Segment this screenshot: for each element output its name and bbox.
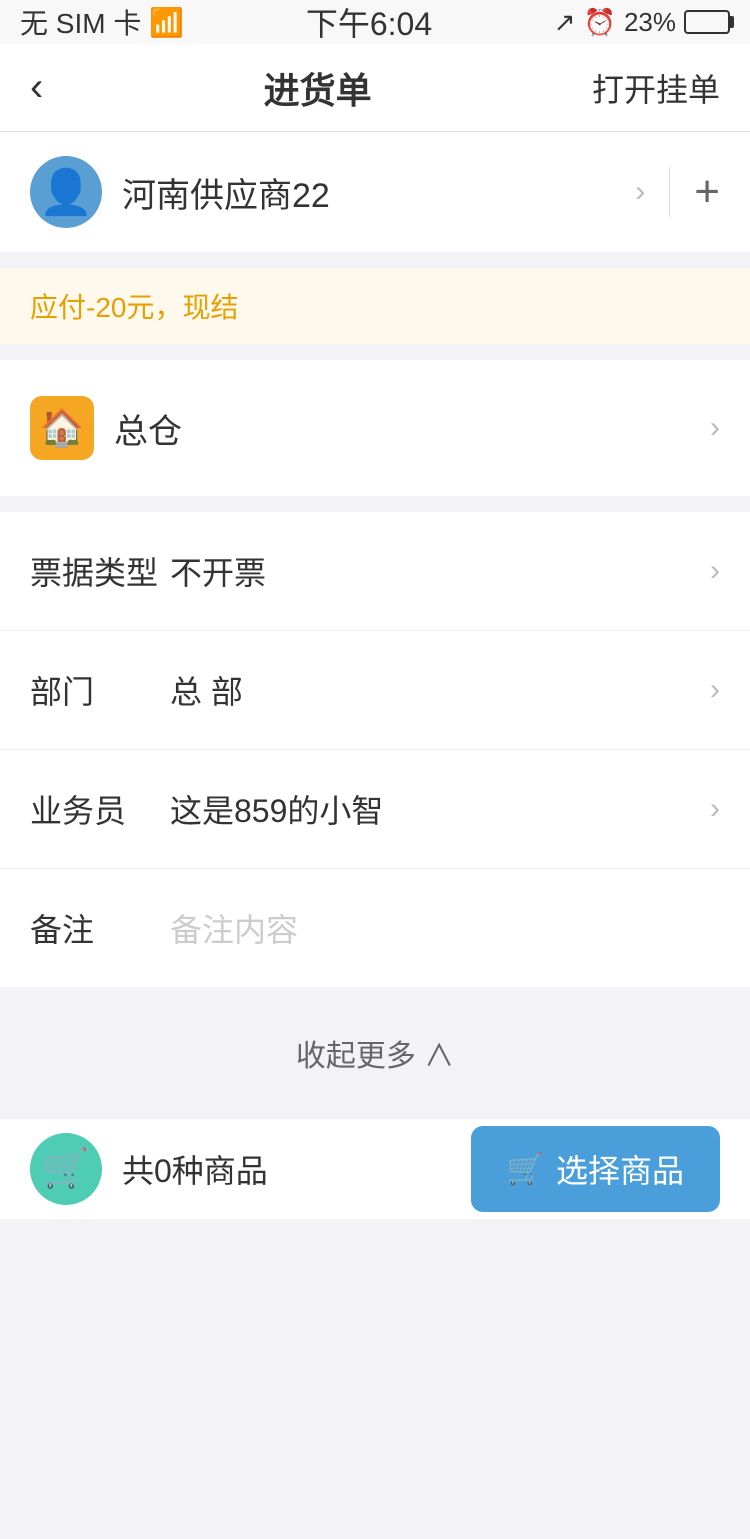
avatar-icon: 👤 [39, 166, 94, 218]
warehouse-icon: 🏠 [40, 407, 85, 449]
page-title: 进货单 [264, 62, 372, 114]
product-icon-wrap: 🛒 [30, 1133, 102, 1205]
collapse-button[interactable]: 收起更多 ∧ [0, 1003, 750, 1103]
ticket-type-label: 票据类型 [30, 548, 170, 594]
department-row[interactable]: 部门 总 部 › [0, 631, 750, 750]
department-value: 总 部 [170, 667, 710, 713]
notice-text: 应付-20元，现结 [30, 292, 238, 323]
remark-label: 备注 [30, 905, 170, 951]
remark-row[interactable]: 备注 备注内容 [0, 869, 750, 987]
chevron-right-icon: › [710, 673, 720, 707]
add-supplier-button[interactable]: + [694, 167, 720, 217]
avatar: 👤 [30, 156, 102, 228]
salesperson-value: 这是859的小智 [170, 786, 710, 832]
nav-bar: ‹ 进货单 打开挂单 [0, 44, 750, 132]
carrier-text: 无 SIM 卡 [20, 2, 141, 42]
chevron-right-icon: › [710, 792, 720, 826]
chevron-right-icon: › [710, 411, 720, 445]
supplier-name: 河南供应商22 [122, 168, 635, 217]
notice-bar: 应付-20元，现结 [0, 268, 750, 344]
warehouse-label: 总仓 [114, 404, 710, 453]
battery-icon [684, 10, 730, 34]
salesperson-row[interactable]: 业务员 这是859的小智 › [0, 750, 750, 869]
warehouse-row[interactable]: 🏠 总仓 › [0, 360, 750, 496]
product-count: 共0种商品 [122, 1146, 471, 1192]
salesperson-label: 业务员 [30, 786, 170, 832]
department-label: 部门 [30, 667, 170, 713]
form-section: 票据类型 不开票 › 部门 总 部 › 业务员 这是859的小智 › 备注 备注… [0, 512, 750, 987]
chevron-right-icon: › [635, 175, 645, 209]
open-pending-button[interactable]: 打开挂单 [592, 65, 720, 111]
battery-percent: 23% [624, 7, 676, 38]
page-footer [0, 1219, 750, 1539]
status-time: 下午6:04 [306, 0, 432, 45]
select-product-label: 选择商品 [556, 1146, 684, 1192]
content-area: 👤 河南供应商22 › + 应付-20元，现结 🏠 总仓 › 票据类型 不开票 … [0, 132, 750, 1539]
select-product-button[interactable]: 🛒 选择商品 [471, 1126, 720, 1212]
supplier-section: 👤 河南供应商22 › + [0, 132, 750, 252]
ticket-type-value: 不开票 [170, 548, 710, 594]
status-carrier: 无 SIM 卡 📶 [20, 2, 184, 42]
wifi-icon: 📶 [149, 6, 184, 39]
bottom-bar: 🛒 共0种商品 🛒 选择商品 [0, 1119, 750, 1219]
alarm-icon: ⏰ [584, 7, 616, 38]
ticket-type-row[interactable]: 票据类型 不开票 › [0, 512, 750, 631]
back-button[interactable]: ‹ [30, 65, 43, 110]
location-icon: ↗ [554, 7, 576, 38]
supplier-row[interactable]: 👤 河南供应商22 › + [0, 132, 750, 252]
warehouse-section: 🏠 总仓 › [0, 360, 750, 496]
select-product-icon: 🛒 [507, 1152, 544, 1187]
vertical-divider [669, 167, 670, 217]
status-indicators: ↗ ⏰ 23% [554, 7, 730, 38]
status-bar: 无 SIM 卡 📶 下午6:04 ↗ ⏰ 23% [0, 0, 750, 44]
chevron-right-icon: › [710, 554, 720, 588]
remark-input[interactable]: 备注内容 [170, 905, 720, 951]
product-icon: 🛒 [42, 1147, 89, 1191]
warehouse-icon-wrap: 🏠 [30, 396, 94, 460]
